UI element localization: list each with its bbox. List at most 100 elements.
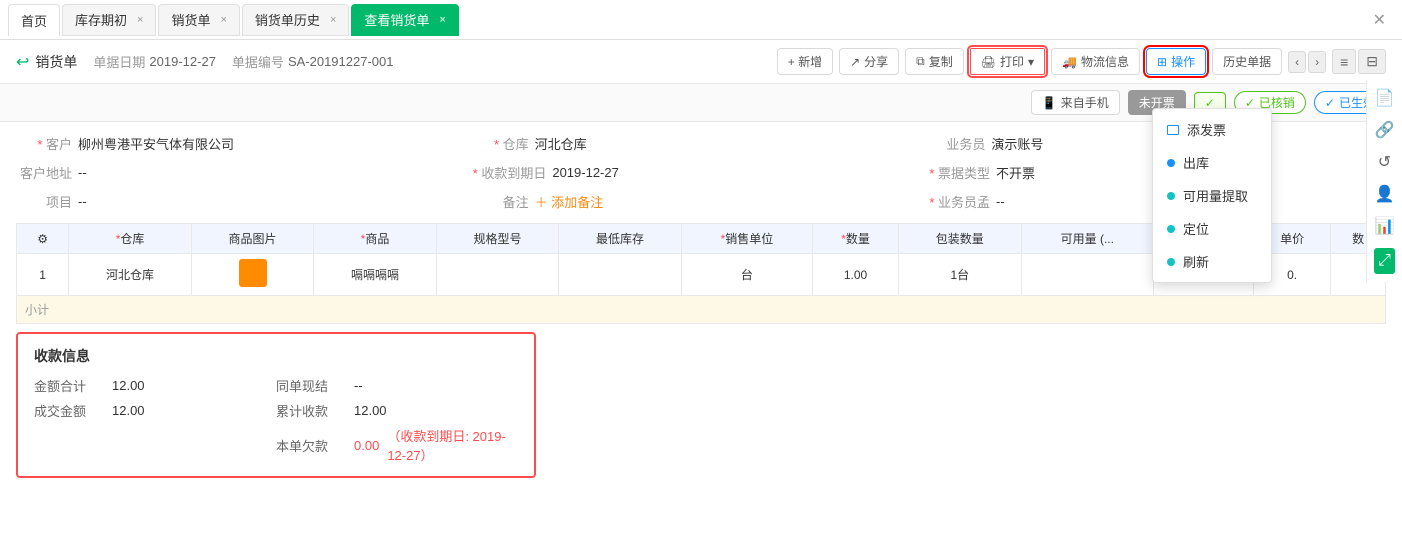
tab-inventory-init[interactable]: 库存期初 × (62, 4, 156, 36)
due-note: （收款到期日: 2019-12-27） (387, 426, 518, 464)
check-circle-icon2: ✓ (1325, 96, 1335, 110)
due-date-label: 收款到期日 (473, 163, 547, 182)
customer-row: 客户 柳州粤港平安气体有限公司 (16, 134, 473, 153)
col-pack-qty: 包装数量 (899, 224, 1021, 254)
dropdown-locate[interactable]: 定位 (1153, 212, 1271, 245)
quantity-icon (1167, 192, 1175, 200)
next-button[interactable]: › (1308, 51, 1326, 73)
print-label: 打印 (1000, 53, 1024, 70)
sidebar-expand-icon[interactable]: ⤢ (1374, 248, 1395, 274)
print-icon: 🖨 (981, 55, 996, 69)
same-settlement-label: 同单现结 (276, 376, 346, 395)
employee-label: 业务员 (929, 134, 985, 153)
share-label: 分享 (864, 53, 888, 70)
outbound-icon (1167, 159, 1175, 167)
list-view-button[interactable]: ≡ (1332, 49, 1356, 74)
doc-number-label: 单据编号 (232, 52, 284, 71)
salesperson-value: -- (996, 194, 1005, 209)
tab-sales-order[interactable]: 销货单 × (158, 4, 239, 36)
truck-icon: 🚚 (1062, 55, 1077, 69)
doc-meta: 单据日期 2019-12-27 单据编号 SA-20191227-001 (93, 52, 393, 71)
tab-inventory-init-close[interactable]: × (137, 14, 143, 26)
note-label: 备注 (473, 192, 529, 211)
history-button[interactable]: 历史单据 (1212, 48, 1282, 75)
nav-arrows: ‹ › (1288, 51, 1326, 73)
due-row: 本单欠款 0.00 （收款到期日: 2019-12-27） (276, 426, 518, 464)
tab-inventory-init-label: 库存期初 (75, 10, 127, 29)
view-icons: ≡ ⊟ (1332, 49, 1386, 74)
col-min-stock: 最低库存 (559, 224, 681, 254)
dropdown-quantity-fetch[interactable]: 可用量提取 (1153, 179, 1271, 212)
row-product: 嗝嗝嗝嗝 (314, 254, 436, 296)
dropdown-outbound[interactable]: 出库 (1153, 146, 1271, 179)
prev-button[interactable]: ‹ (1288, 51, 1306, 73)
address-row: 客户地址 -- (16, 163, 473, 182)
due-label: 本单欠款 (276, 436, 346, 455)
tab-view-sales-close[interactable]: × (439, 14, 445, 26)
tab-bar: 首页 库存期初 × 销货单 × 销货单历史 × 查看销货单 × ✕ (0, 0, 1402, 40)
tab-view-sales[interactable]: 查看销货单 × (351, 4, 458, 36)
grid-view-button[interactable]: ⊟ (1358, 49, 1386, 74)
sidebar-link-icon[interactable]: 🔗 (1375, 120, 1395, 140)
copy-button[interactable]: ⧉ 复制 (905, 48, 964, 75)
sidebar-rotate-icon[interactable]: ↺ (1378, 152, 1391, 172)
tab-home[interactable]: 首页 (8, 4, 60, 36)
col-warehouse: *仓库 (69, 224, 191, 254)
sidebar-page-icon[interactable]: 📄 (1375, 88, 1395, 108)
tab-sales-history-close[interactable]: × (330, 14, 336, 26)
dropdown-add-invoice-label: 添发票 (1187, 120, 1226, 139)
row-qty: 1.00 (813, 254, 899, 296)
transaction-value: 12.00 (112, 403, 145, 418)
sidebar-table-icon[interactable]: 📊 (1375, 216, 1395, 236)
tab-view-sales-label: 查看销货单 (364, 10, 429, 29)
share-button[interactable]: ↗ 分享 (839, 48, 899, 75)
employee-value: 演示账号 (991, 134, 1043, 153)
doc-date-value: 2019-12-27 (149, 54, 216, 69)
doc-number-meta: 单据编号 SA-20191227-001 (232, 52, 394, 71)
tab-sales-order-close[interactable]: × (220, 14, 226, 26)
col-setting[interactable]: ⚙ (17, 224, 69, 254)
print-button[interactable]: 🖨 打印 ▾ (970, 48, 1045, 75)
logistics-label: 物流信息 (1081, 53, 1129, 70)
subtotal-label: 小计 (17, 296, 1386, 324)
cumulative-label: 累计收款 (276, 401, 346, 420)
payment-grid: 金额合计 12.00 同单现结 -- 成交金额 12.00 累计收款 12.00… (34, 376, 518, 464)
due-date-row: 收款到期日 2019-12-27 (473, 163, 930, 182)
tab-home-label: 首页 (21, 11, 47, 30)
dropdown-quantity-fetch-label: 可用量提取 (1183, 186, 1248, 205)
dropdown-add-invoice[interactable]: 添发票 (1153, 113, 1271, 146)
copy-label: 复制 (929, 53, 953, 70)
row-warehouse: 河北仓库 (69, 254, 191, 296)
logistics-button[interactable]: 🚚 物流信息 (1051, 48, 1140, 75)
cumulative-value: 12.00 (354, 403, 387, 418)
row-spec (436, 254, 558, 296)
from-phone-button[interactable]: 📱 来自手机 (1031, 90, 1120, 115)
header-actions: + 新增 ↗ 分享 ⧉ 复制 🖨 打印 ▾ 🚚 物流信息 ⊞ 操作 (777, 48, 1386, 75)
refresh-icon (1167, 258, 1175, 266)
address-value: -- (78, 165, 87, 180)
total-label: 金额合计 (34, 376, 104, 395)
invoice-icon (1167, 125, 1179, 135)
add-button[interactable]: + 新增 (777, 48, 833, 75)
note-row: 备注 ＋ 添加备注 (473, 192, 930, 211)
doc-header: ↩ 销货单 单据日期 2019-12-27 单据编号 SA-20191227-0… (0, 40, 1402, 84)
row-available (1021, 254, 1154, 296)
operate-button[interactable]: ⊞ 操作 (1146, 48, 1206, 75)
window-close-button[interactable]: ✕ (1365, 6, 1394, 34)
col-available: 可用量 (... (1021, 224, 1154, 254)
address-label: 客户地址 (16, 163, 72, 182)
doc-title-icon: ↩ (16, 52, 29, 72)
due-value: 0.00 (354, 438, 379, 453)
note-value[interactable]: 添加备注 (551, 195, 603, 210)
sidebar-user-icon[interactable]: 👤 (1375, 184, 1395, 204)
customer-label: 客户 (16, 134, 72, 153)
tab-sales-history[interactable]: 销货单历史 × (242, 4, 349, 36)
project-value: -- (78, 194, 87, 209)
due-date-value: 2019-12-27 (552, 165, 619, 180)
row-unit: 台 (681, 254, 812, 296)
same-settlement-row: 同单现结 -- (276, 376, 518, 395)
dropdown-refresh[interactable]: 刷新 (1153, 245, 1271, 278)
payment-box: 收款信息 金额合计 12.00 同单现结 -- 成交金额 12.00 累计收款 … (16, 332, 536, 478)
phone-icon: 📱 (1042, 96, 1057, 110)
doc-title-section: ↩ 销货单 (16, 52, 77, 72)
